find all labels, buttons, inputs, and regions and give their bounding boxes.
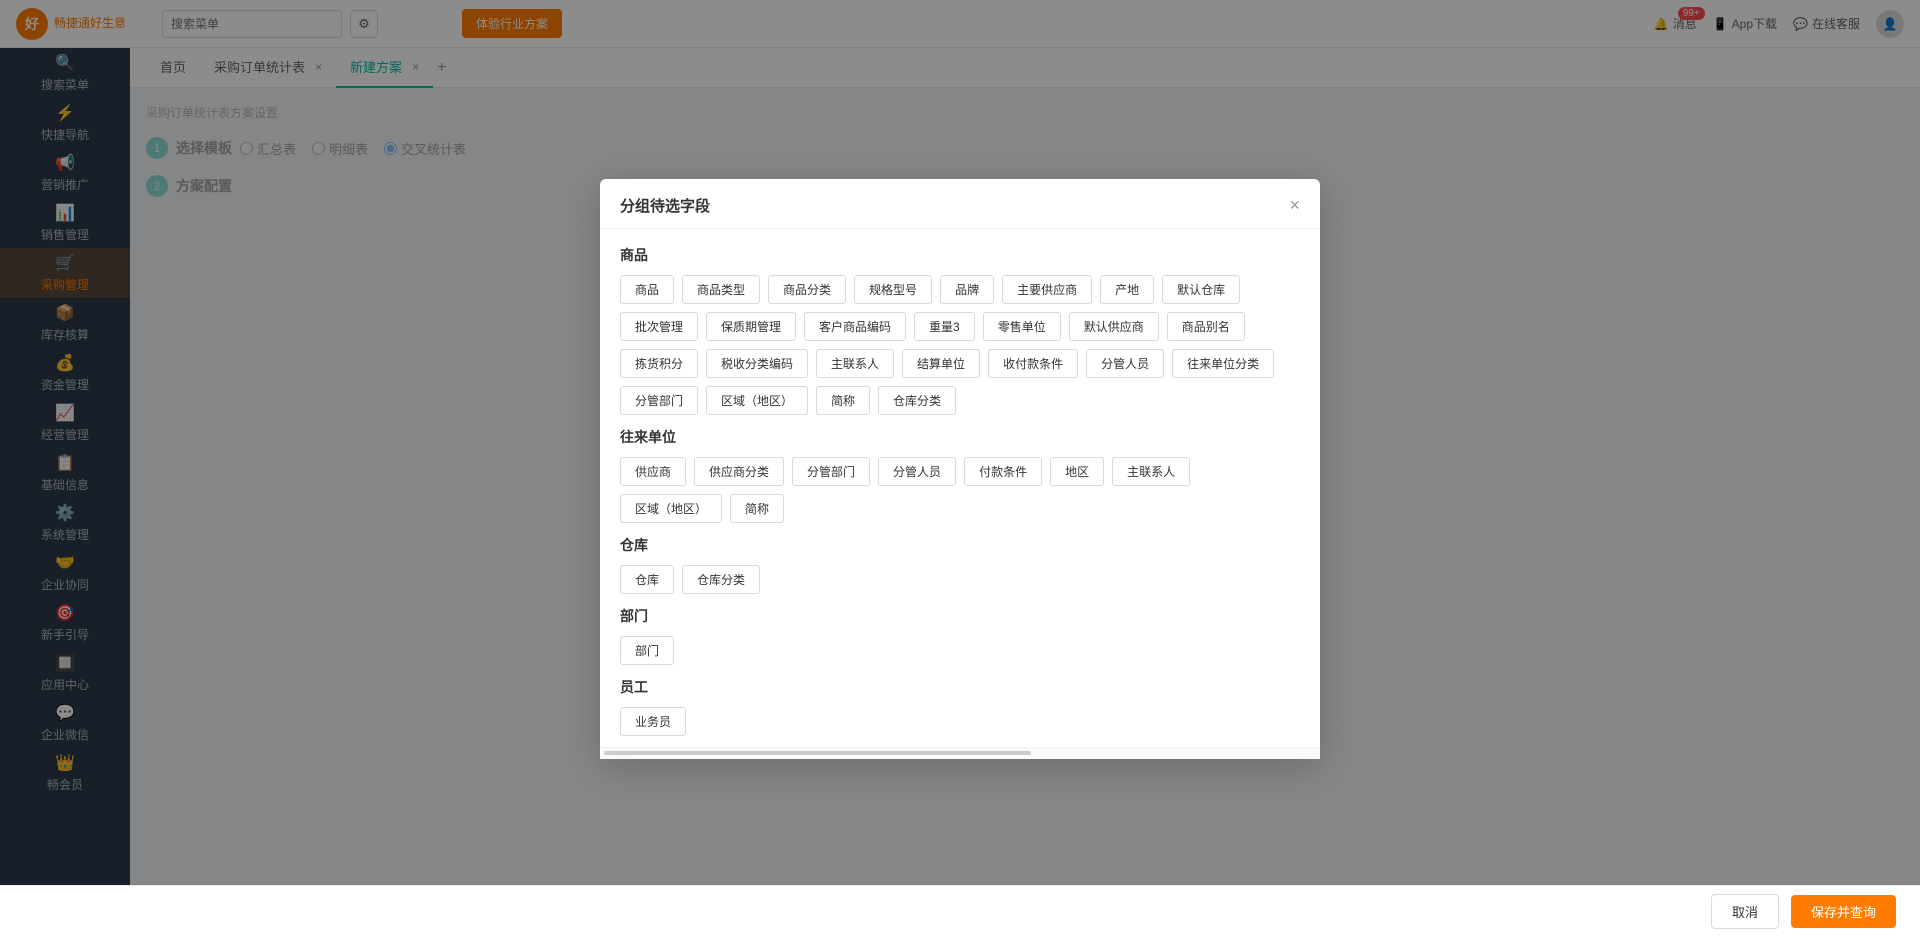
modal-body[interactable]: 商品商品商品类型商品分类规格型号品牌主要供应商产地默认仓库批次管理保质期管理客户…: [600, 229, 1320, 747]
field-tag-product-9[interactable]: 保质期管理: [706, 312, 796, 341]
field-tag-product-0[interactable]: 商品: [620, 275, 674, 304]
field-tag-product-2[interactable]: 商品分类: [768, 275, 846, 304]
field-tag-partner-7[interactable]: 区域（地区）: [620, 494, 722, 523]
field-tag-product-21[interactable]: 往来单位分类: [1172, 349, 1274, 378]
modal-header: 分组待选字段 ×: [600, 179, 1320, 229]
field-tag-partner-2[interactable]: 分管部门: [792, 457, 870, 486]
modal-close-button[interactable]: ×: [1289, 195, 1300, 216]
field-tag-partner-3[interactable]: 分管人员: [878, 457, 956, 486]
field-tag-product-16[interactable]: 税收分类编码: [706, 349, 808, 378]
field-tag-department-0[interactable]: 部门: [620, 636, 674, 665]
field-tag-partner-6[interactable]: 主联系人: [1112, 457, 1190, 486]
section-title-warehouse: 仓库: [620, 535, 1300, 555]
section-title-partner: 往来单位: [620, 427, 1300, 447]
cancel-button[interactable]: 取消: [1711, 894, 1779, 929]
modal-horizontal-scrollbar[interactable]: [600, 747, 1320, 759]
field-tag-product-13[interactable]: 默认供应商: [1069, 312, 1159, 341]
field-tag-partner-5[interactable]: 地区: [1050, 457, 1104, 486]
field-tag-product-17[interactable]: 主联系人: [816, 349, 894, 378]
field-grid-product: 商品商品类型商品分类规格型号品牌主要供应商产地默认仓库批次管理保质期管理客户商品…: [620, 275, 1300, 415]
field-tag-product-18[interactable]: 结算单位: [902, 349, 980, 378]
field-tag-employee-0[interactable]: 业务员: [620, 707, 686, 736]
field-tag-product-19[interactable]: 收付款条件: [988, 349, 1078, 378]
field-tag-product-24[interactable]: 简称: [816, 386, 870, 415]
field-tag-warehouse-1[interactable]: 仓库分类: [682, 565, 760, 594]
section-title-product: 商品: [620, 245, 1300, 265]
field-grid-partner: 供应商供应商分类分管部门分管人员付款条件地区主联系人区域（地区） 简称: [620, 457, 1300, 523]
field-select-modal: 分组待选字段 × 商品商品商品类型商品分类规格型号品牌主要供应商产地默认仓库批次…: [600, 179, 1320, 759]
field-tag-product-15[interactable]: 拣货积分: [620, 349, 698, 378]
field-grid-department: 部门: [620, 636, 1300, 665]
field-tag-partner-1[interactable]: 供应商分类: [694, 457, 784, 486]
field-tag-product-25[interactable]: 仓库分类: [878, 386, 956, 415]
field-grid-employee: 业务员: [620, 707, 1300, 736]
field-tag-warehouse-0[interactable]: 仓库: [620, 565, 674, 594]
field-tag-product-4[interactable]: 品牌: [940, 275, 994, 304]
section-title-department: 部门: [620, 606, 1300, 626]
field-tag-product-22[interactable]: 分管部门: [620, 386, 698, 415]
field-tag-product-23[interactable]: 区域（地区）: [706, 386, 808, 415]
field-tag-partner-8[interactable]: 简称: [730, 494, 784, 523]
bottom-bar: 取消 保存并查询: [0, 885, 1920, 937]
field-tag-product-5[interactable]: 主要供应商: [1002, 275, 1092, 304]
field-tag-partner-4[interactable]: 付款条件: [964, 457, 1042, 486]
field-tag-product-3[interactable]: 规格型号: [854, 275, 932, 304]
field-tag-product-10[interactable]: 客户商品编码: [804, 312, 906, 341]
field-tag-product-12[interactable]: 零售单位: [983, 312, 1061, 341]
field-tag-product-14[interactable]: 商品别名: [1167, 312, 1245, 341]
save-button[interactable]: 保存并查询: [1791, 895, 1896, 928]
modal-title: 分组待选字段: [620, 195, 710, 216]
section-title-employee: 员工: [620, 677, 1300, 697]
field-grid-warehouse: 仓库仓库分类: [620, 565, 1300, 594]
field-tag-partner-0[interactable]: 供应商: [620, 457, 686, 486]
field-tag-product-8[interactable]: 批次管理: [620, 312, 698, 341]
field-tag-product-20[interactable]: 分管人员: [1086, 349, 1164, 378]
field-tag-product-6[interactable]: 产地: [1100, 275, 1154, 304]
field-tag-product-7[interactable]: 默认仓库: [1162, 275, 1240, 304]
field-tag-product-11[interactable]: 重量3: [914, 312, 975, 341]
field-tag-product-1[interactable]: 商品类型: [682, 275, 760, 304]
